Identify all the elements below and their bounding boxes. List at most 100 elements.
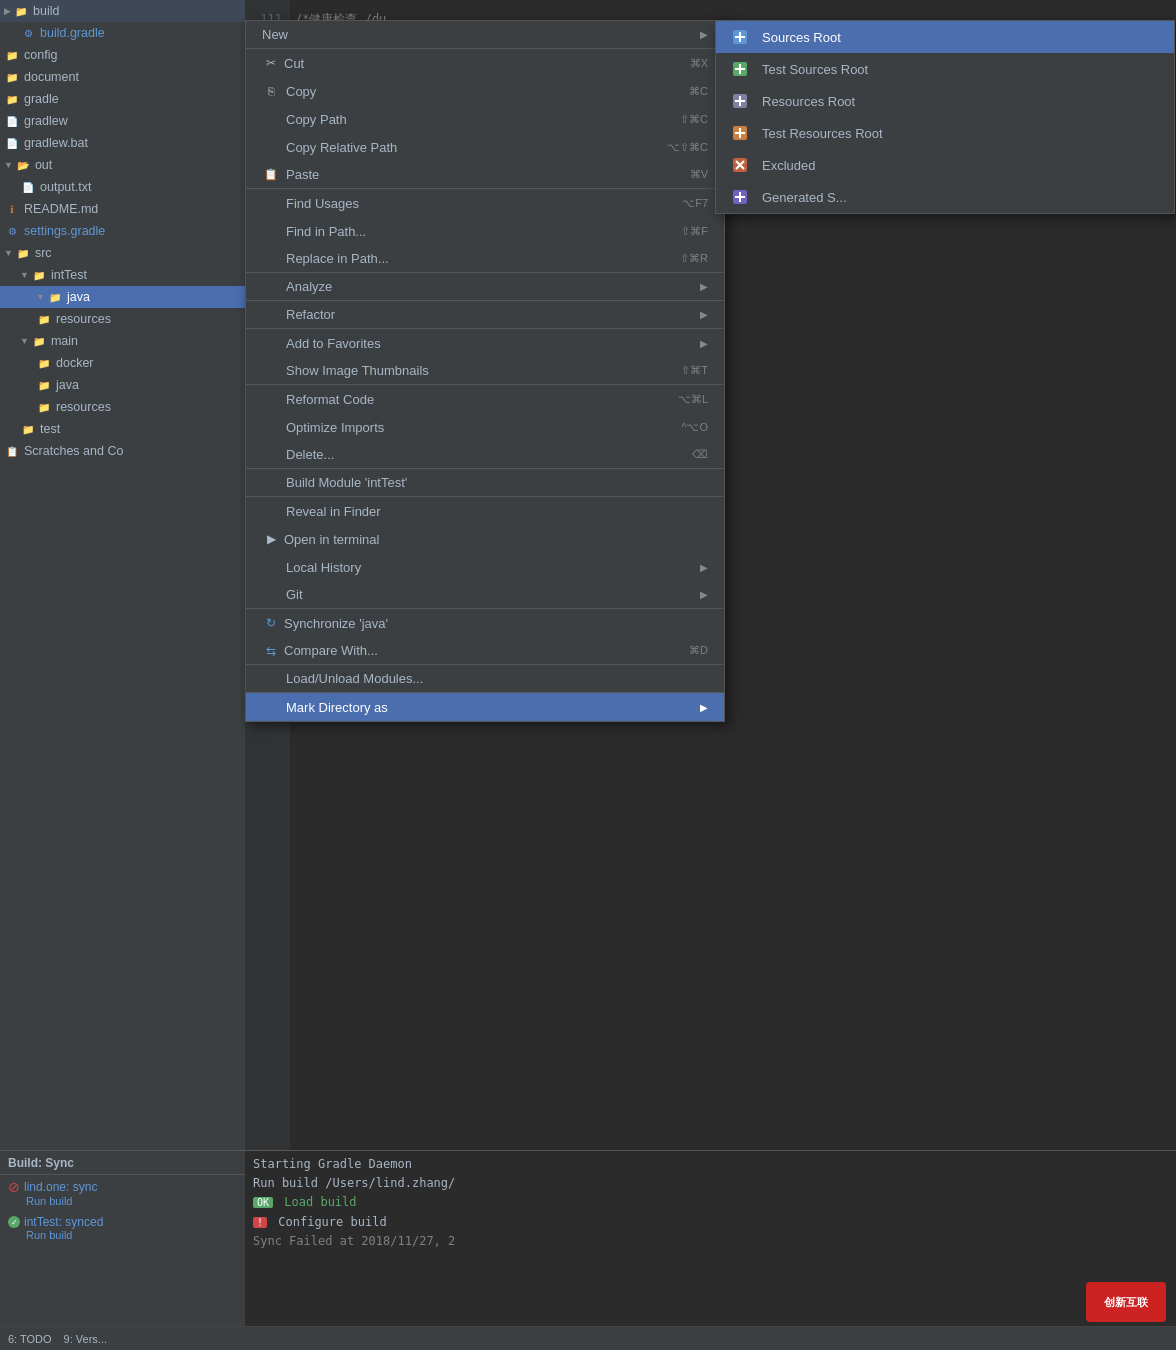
menu-item-thumbnails[interactable]: Show Image Thumbnails ⇧⌘T [246,357,724,385]
paste-icon: 📋 [262,166,280,184]
menu-item-refactor[interactable]: Refactor ▶ [246,301,724,329]
shortcut-find-usages: ⌥F7 [682,197,708,210]
tree-item-out[interactable]: ▼ 📂 out [0,154,245,176]
error-badge: ! [253,1217,267,1228]
menu-item-compare[interactable]: ⇆ Compare With... ⌘D [246,637,724,665]
status-bar: 6: TODO 9: Vers... [0,1326,1176,1350]
menu-item-build-module[interactable]: Build Module 'intTest' [246,469,724,497]
menu-label-build-module: Build Module 'intTest' [286,475,708,490]
tree-item-readme[interactable]: ℹ README.md [0,198,245,220]
tree-item-src[interactable]: ▼ 📁 src [0,242,245,264]
menu-label-find-usages: Find Usages [286,196,682,211]
folder-icon: 📁 [13,3,29,19]
menu-label-terminal: Open in terminal [284,532,708,547]
ok-icon: ✓ [8,1216,20,1228]
submenu-item-generated[interactable]: Generated S... [716,181,1174,213]
tree-item-scratches[interactable]: 📋 Scratches and Co [0,440,245,462]
submenu-item-test-resources-root[interactable]: Test Resources Root [716,117,1174,149]
tree-item-docker[interactable]: 📁 docker [0,352,245,374]
menu-item-find-path[interactable]: Find in Path... ⇧⌘F [246,217,724,245]
tree-arrow: ▼ [20,270,29,280]
menu-item-new[interactable]: New ▶ [246,21,724,49]
gradle-icon: ⚙ [20,25,36,41]
tree-item-build[interactable]: ▶ 📁 build [0,0,245,22]
menu-item-replace-path[interactable]: Replace in Path... ⇧⌘R [246,245,724,273]
menu-item-find-usages[interactable]: Find Usages ⌥F7 [246,189,724,217]
tree-label: java [56,378,79,392]
build-item-1[interactable]: ⊘ lind.one: sync Run build [0,1175,245,1211]
submenu-item-sources-root[interactable]: Sources Root [716,21,1174,53]
build-item-2[interactable]: ✓ intTest: synced Run build [0,1211,245,1245]
tree-item-settings-gradle[interactable]: ⚙ settings.gradle [0,220,245,242]
tree-item-main[interactable]: ▼ 📁 main [0,330,245,352]
build-name-2: intTest: synced [24,1215,103,1229]
tree-item-document[interactable]: 📁 document [0,66,245,88]
submenu-arrow-history: ▶ [700,562,708,573]
tree-arrow: ▼ [4,248,13,258]
menu-item-git[interactable]: Git ▶ [246,581,724,609]
shortcut-paste: ⌘V [690,168,708,181]
status-vcs[interactable]: 9: Vers... [64,1333,107,1345]
log-configure-build: Configure build [278,1215,386,1229]
menu-item-favorites[interactable]: Add to Favorites ▶ [246,329,724,357]
log-line-5: Sync Failed at 2018/11/27, 2 [253,1232,1168,1251]
menu-item-copy-path[interactable]: Copy Path ⇧⌘C [246,105,724,133]
submenu-label-generated: Generated S... [762,190,847,205]
tree-item-resources-2[interactable]: 📁 resources [0,396,245,418]
menu-item-paste[interactable]: 📋 Paste ⌘V [246,161,724,189]
tree-item-gradle[interactable]: 📁 gradle [0,88,245,110]
tree-label: out [35,158,52,172]
menu-item-load-modules[interactable]: Load/Unload Modules... [246,665,724,693]
build-module-icon [262,474,280,492]
menu-item-copy-relative[interactable]: Copy Relative Path ⌥⇧⌘C [246,133,724,161]
tree-item-gradlew-bat[interactable]: 📄 gradlew.bat [0,132,245,154]
menu-item-reveal[interactable]: Reveal in Finder [246,497,724,525]
tree-item-intTest[interactable]: ▼ 📁 intTest [0,264,245,286]
tree-item-java-1[interactable]: ▼ 📁 java [0,286,245,308]
folder-icon: 📁 [36,311,52,327]
tree-item-gradlew[interactable]: 📄 gradlew [0,110,245,132]
menu-item-cut[interactable]: ✂ Cut ⌘X [246,49,724,77]
menu-item-local-history[interactable]: Local History ▶ [246,553,724,581]
run-build-1: Run build [8,1195,237,1207]
reveal-icon [262,502,280,520]
tree-item-resources-1[interactable]: 📁 resources [0,308,245,330]
excluded-icon [732,157,752,173]
submenu-item-excluded[interactable]: Excluded [716,149,1174,181]
run-build-2: Run build [8,1229,237,1241]
tree-item-test[interactable]: 📁 test [0,418,245,440]
menu-label-copy: Copy [286,84,689,99]
delete-icon [262,446,280,464]
ok-badge: OK [253,1197,273,1208]
tree-item-output[interactable]: 📄 output.txt [0,176,245,198]
menu-label-replace-path: Replace in Path... [286,251,680,266]
svg-rect-2 [739,32,741,42]
copy-icon: ⎘ [262,82,280,100]
shortcut-copy-path: ⇧⌘C [680,113,708,126]
menu-item-optimize[interactable]: Optimize Imports ^⌥O [246,413,724,441]
menu-label-compare: Compare With... [284,643,689,658]
gradle-icon: ⚙ [4,223,20,239]
menu-item-analyze[interactable]: Analyze ▶ [246,273,724,301]
tree-arrow: ▼ [20,336,29,346]
tree-item-java-2[interactable]: 📁 java [0,374,245,396]
folder-icon: 📁 [36,377,52,393]
menu-item-mark-directory[interactable]: Mark Directory as ▶ [246,693,724,721]
submenu-item-test-sources-root[interactable]: Test Sources Root [716,53,1174,85]
menu-item-reformat[interactable]: Reformat Code ⌥⌘L [246,385,724,413]
shortcut-copy-relative: ⌥⇧⌘C [667,141,708,154]
tree-label: docker [56,356,94,370]
tree-label: gradlew [24,114,68,128]
svg-rect-5 [739,64,741,74]
menu-item-terminal[interactable]: ▶ Open in terminal [246,525,724,553]
submenu-item-resources-root[interactable]: Resources Root [716,85,1174,117]
submenu-label-sources-root: Sources Root [762,30,841,45]
menu-item-synchronize[interactable]: ↻ Synchronize 'java' [246,609,724,637]
menu-item-copy[interactable]: ⎘ Copy ⌘C [246,77,724,105]
menu-item-delete[interactable]: Delete... ⌫ [246,441,724,469]
tree-item-config[interactable]: 📁 config [0,44,245,66]
menu-label-thumbnails: Show Image Thumbnails [286,363,681,378]
status-todo[interactable]: 6: TODO [8,1333,52,1345]
shortcut-replace-path: ⇧⌘R [680,252,708,265]
tree-item-build-gradle[interactable]: ⚙ build.gradle [0,22,245,44]
